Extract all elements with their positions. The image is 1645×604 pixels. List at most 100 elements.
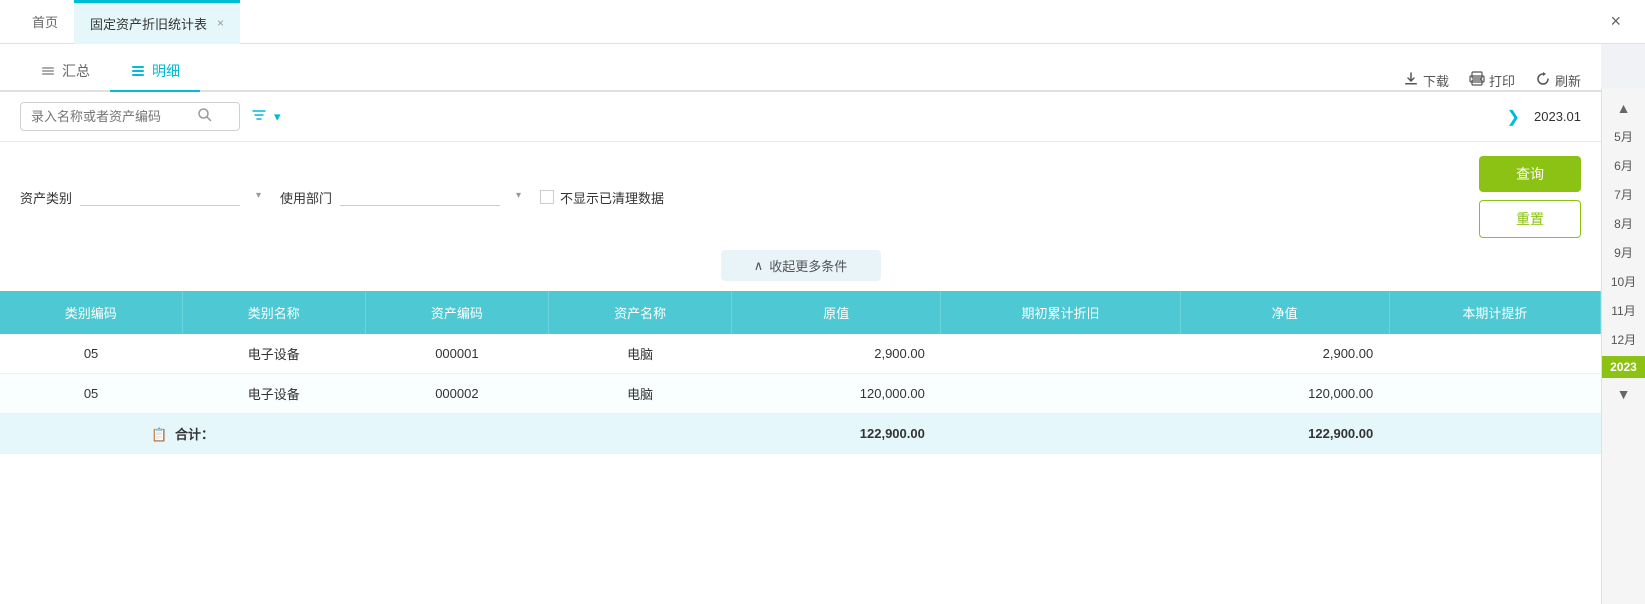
reset-button[interactable]: 重置 [1479, 200, 1581, 238]
collapse-up-icon: ∧ [754, 258, 764, 274]
data-table: 类别编码 类别名称 资产编码 资产名称 原值 期初累计折旧 净值 本期计提折 0… [0, 291, 1601, 454]
collapse-button[interactable]: ∧ 收起更多条件 [721, 250, 881, 281]
col-net-value: 净值 [1180, 291, 1389, 334]
department-arrow-icon: ▾ [516, 190, 521, 201]
hide-cleared-checkbox[interactable] [540, 190, 554, 204]
tab-label: 固定资产折旧统计表 [90, 14, 207, 33]
search-bar: ▾ ❯ 2023.01 [0, 92, 1601, 142]
col-accumulated-depreciation: 期初累计折旧 [941, 291, 1180, 334]
tab-summary[interactable]: 汇总 [20, 52, 110, 92]
top-nav: 首页 固定资产折旧统计表 × × [0, 0, 1645, 44]
hide-cleared-label: 不显示已清理数据 [560, 188, 664, 207]
col-original-value: 原值 [732, 291, 941, 334]
asset-category-select-wrap: ▾ [80, 188, 240, 206]
cell-original-value: 120,000.00 [732, 374, 941, 414]
asset-category-input[interactable] [80, 188, 256, 203]
filter-buttons: 查询 重置 [1479, 156, 1581, 238]
total-row: 📋 合计： 122,900.00 122,900.00 [0, 414, 1601, 454]
cell-asset-name: 电脑 [548, 334, 731, 374]
download-button[interactable]: 下载 [1403, 71, 1449, 90]
cell-current-depreciation [1389, 334, 1600, 374]
cell-asset-code: 000001 [365, 334, 548, 374]
col-category-code: 类别编码 [0, 291, 182, 334]
window-close-button[interactable]: × [1602, 11, 1629, 32]
home-link[interactable]: 首页 [16, 0, 74, 44]
asset-category-filter: 资产类别 ▾ [20, 188, 240, 207]
total-label: 合计： [175, 427, 214, 442]
total-icon-cell: 📋 合计： [0, 414, 365, 454]
search-bar-right: ❯ 2023.01 [1501, 105, 1581, 129]
sidebar-month-8[interactable]: 8月 [1602, 211, 1645, 236]
table-header-row: 类别编码 类别名称 资产编码 资产名称 原值 期初累计折旧 净值 本期计提折 [0, 291, 1601, 334]
tab-summary-label: 汇总 [62, 61, 90, 81]
cell-accumulated-depreciation [941, 334, 1180, 374]
department-filter: 使用部门 ▾ [280, 188, 500, 207]
nav-right: × [1602, 11, 1629, 32]
cell-category-name: 电子设备 [182, 374, 365, 414]
table-wrap: 类别编码 类别名称 资产编码 资产名称 原值 期初累计折旧 净值 本期计提折 0… [0, 291, 1601, 604]
cell-asset-code: 000002 [365, 374, 548, 414]
cell-category-name: 电子设备 [182, 334, 365, 374]
main-content: 汇总 明细 下载 [0, 44, 1645, 604]
sidebar-month-5[interactable]: 5月 [1602, 124, 1645, 149]
date-nav-button[interactable]: ❯ [1501, 105, 1526, 129]
department-label: 使用部门 [280, 188, 332, 207]
total-original-value: 122,900.00 [732, 414, 941, 454]
chevron-down-icon: ▾ [274, 109, 281, 125]
refresh-icon [1535, 71, 1551, 90]
asset-category-arrow-icon: ▾ [256, 190, 261, 201]
col-category-name: 类别名称 [182, 291, 365, 334]
download-label: 下载 [1423, 71, 1449, 90]
tab-close-icon[interactable]: × [217, 16, 224, 30]
more-conditions-button[interactable]: ▾ [252, 108, 281, 125]
filter-area: 资产类别 ▾ 使用部门 ▾ 不显示已清理数 [0, 142, 1601, 238]
search-icon[interactable] [197, 107, 213, 126]
cell-original-value: 2,900.00 [732, 334, 941, 374]
total-net-value: 122,900.00 [1180, 414, 1389, 454]
cell-net-value: 2,900.00 [1180, 334, 1389, 374]
asset-category-label: 资产类别 [20, 188, 72, 207]
sidebar-month-11[interactable]: 11月 [1602, 298, 1645, 323]
sidebar-month-12[interactable]: 12月 [1602, 327, 1645, 352]
sidebar-month-6[interactable]: 6月 [1602, 153, 1645, 178]
cell-category-code: 05 [0, 374, 182, 414]
sidebar-year-badge[interactable]: 2023 [1602, 356, 1645, 378]
cell-category-code: 05 [0, 334, 182, 374]
cell-net-value: 120,000.00 [1180, 374, 1389, 414]
sidebar-scroll-down-button[interactable]: ▼ [1617, 382, 1631, 406]
filter-icon [252, 108, 266, 125]
cell-asset-name: 电脑 [548, 374, 731, 414]
list-icon [130, 63, 146, 79]
toolbar: 下载 打印 [1403, 71, 1581, 90]
table-row: 05 电子设备 000001 电脑 2,900.00 2,900.00 [0, 334, 1601, 374]
print-button[interactable]: 打印 [1469, 71, 1515, 90]
cell-accumulated-depreciation [941, 374, 1180, 414]
filter-section: 资产类别 ▾ 使用部门 ▾ 不显示已清理数 [0, 142, 1601, 291]
col-asset-name: 资产名称 [548, 291, 731, 334]
sidebar-month-7[interactable]: 7月 [1602, 182, 1645, 207]
department-select-wrap: ▾ [340, 188, 500, 206]
sub-tab-bar: 汇总 明细 下载 [0, 44, 1601, 92]
refresh-label: 刷新 [1555, 71, 1581, 90]
download-icon [1403, 71, 1419, 90]
sidebar-month-9[interactable]: 9月 [1602, 240, 1645, 265]
date-label: 2023.01 [1534, 109, 1581, 124]
department-input[interactable] [340, 188, 516, 203]
active-tab[interactable]: 固定资产折旧统计表 × [74, 0, 240, 44]
filter-row: 资产类别 ▾ 使用部门 ▾ 不显示已清理数 [20, 156, 1581, 238]
tab-detail[interactable]: 明细 [110, 52, 200, 92]
sidebar-month-10[interactable]: 10月 [1602, 269, 1645, 294]
col-asset-code: 资产编码 [365, 291, 548, 334]
layers-icon [40, 63, 56, 79]
table-row: 05 电子设备 000002 电脑 120,000.00 120,000.00 [0, 374, 1601, 414]
hide-cleared-filter: 不显示已清理数据 [540, 188, 664, 207]
tab-detail-label: 明细 [152, 61, 180, 81]
cell-current-depreciation [1389, 374, 1600, 414]
query-button[interactable]: 查询 [1479, 156, 1581, 192]
refresh-button[interactable]: 刷新 [1535, 71, 1581, 90]
search-input-wrap [20, 102, 240, 131]
right-sidebar: ▲ 5月 6月 7月 8月 9月 10月 11月 12月 2023 ▼ [1601, 88, 1645, 604]
sidebar-scroll-up-button[interactable]: ▲ [1617, 96, 1631, 120]
search-input[interactable] [31, 109, 191, 124]
print-label: 打印 [1489, 71, 1515, 90]
